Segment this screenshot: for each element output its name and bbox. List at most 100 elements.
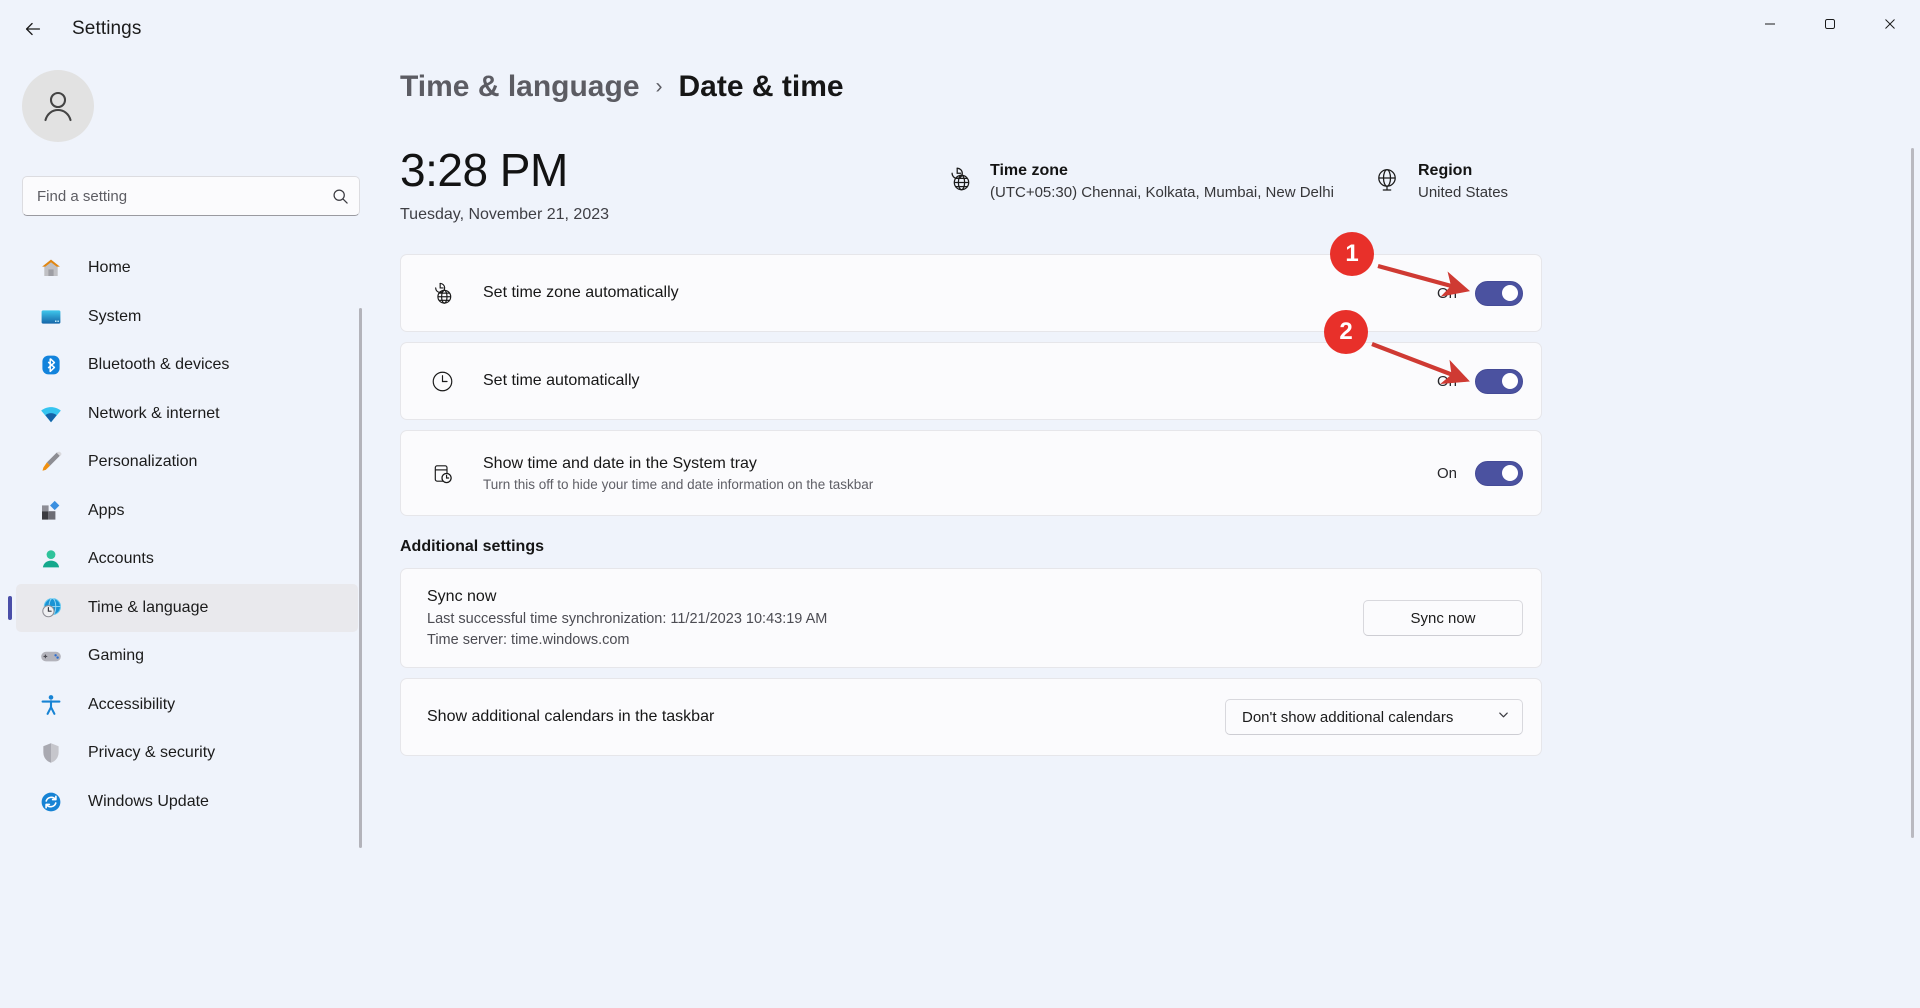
- page-title: Date & time: [678, 70, 844, 103]
- sidebar-item-label: Accounts: [88, 550, 154, 568]
- card-controls: On: [1436, 368, 1523, 394]
- chevron-down-icon: [1497, 708, 1510, 726]
- sidebar-item-label: Windows Update: [88, 792, 209, 810]
- dropdown-selected-value: Don't show additional calendars: [1242, 708, 1454, 726]
- maximize-button[interactable]: [1800, 0, 1860, 48]
- current-date: Tuesday, November 21, 2023: [400, 206, 610, 224]
- search-input[interactable]: [37, 187, 332, 205]
- card-controls: On: [1436, 460, 1523, 486]
- breadcrumb-parent[interactable]: Time & language: [400, 70, 640, 104]
- settings-cards: Set time zone automatically On Set time …: [400, 254, 1542, 766]
- sidebar-item-apps[interactable]: Apps: [16, 487, 358, 536]
- sidebar-scrollbar[interactable]: [359, 308, 362, 848]
- home-icon: [38, 255, 64, 281]
- search-icon: [333, 188, 348, 204]
- time-server-text: Time server: time.windows.com: [427, 632, 630, 648]
- maximize-icon: [1825, 19, 1835, 29]
- bluetooth-icon: [38, 352, 64, 378]
- network-icon: [38, 401, 64, 427]
- minimize-button[interactable]: [1740, 0, 1800, 48]
- toggle-state-label: On: [1436, 464, 1457, 482]
- sidebar-item-label: System: [88, 307, 142, 325]
- sidebar-item-label: Home: [88, 259, 131, 277]
- sidebar-item-label: Gaming: [88, 647, 145, 665]
- sidebar-item-time-language[interactable]: Time & language: [8, 583, 358, 632]
- timezone-info: Time zone (UTC+05:30) Chennai, Kolkata, …: [944, 162, 1334, 201]
- card-subtitle: Turn this off to hide your time and date…: [483, 476, 874, 492]
- sidebar-item-gaming[interactable]: Gaming: [16, 632, 358, 681]
- app-title: Settings: [72, 18, 142, 39]
- card-title: Show time and date in the System tray: [483, 454, 757, 472]
- time-language-icon: [38, 595, 64, 621]
- last-sync-text: Last successful time synchronization: 11…: [427, 611, 828, 627]
- additional-calendars-dropdown[interactable]: Don't show additional calendars: [1225, 699, 1523, 735]
- personalization-icon: [38, 449, 64, 475]
- sync-info: Sync now Last successful time synchroniz…: [427, 584, 1363, 652]
- sidebar-item-label: Accessibility: [88, 695, 176, 713]
- timezone-globe-clock-icon: [427, 278, 457, 308]
- privacy-shield-icon: [38, 740, 64, 766]
- sidebar-item-label: Time & language: [88, 598, 209, 616]
- timezone-title: Time zone: [990, 162, 1068, 179]
- clock-icon: [427, 366, 457, 396]
- set-time-zone-automatically-card[interactable]: Set time zone automatically On: [400, 254, 1542, 332]
- set-time-automatically-card[interactable]: Set time automatically On: [400, 342, 1542, 420]
- sidebar-item-label: Apps: [88, 501, 125, 519]
- region-info: Region United States: [1372, 162, 1508, 201]
- toggle-state-label: On: [1436, 372, 1457, 390]
- sidebar-item-network-internet[interactable]: Network & internet: [16, 390, 358, 439]
- show-time-date-system-tray-toggle[interactable]: [1475, 460, 1523, 486]
- sidebar-item-privacy-security[interactable]: Privacy & security: [16, 729, 358, 778]
- sidebar: Home System Bluetooth & devices Network & i…: [0, 58, 372, 1008]
- toggle-knob: [1502, 285, 1518, 301]
- search-container: [22, 176, 360, 216]
- windows-update-icon: [38, 789, 64, 815]
- close-icon: [1885, 19, 1895, 29]
- toggle-knob: [1502, 465, 1518, 481]
- window-controls: [1740, 0, 1920, 48]
- sidebar-item-personalization[interactable]: Personalization: [16, 438, 358, 487]
- toggle-knob: [1502, 373, 1518, 389]
- accounts-icon: [38, 546, 64, 572]
- sidebar-item-system[interactable]: System: [16, 293, 358, 342]
- sidebar-item-label: Personalization: [88, 453, 198, 471]
- card-title: Set time automatically: [483, 372, 640, 389]
- sidebar-item-home[interactable]: Home: [16, 244, 358, 293]
- back-button[interactable]: [10, 8, 56, 50]
- main-content: Time & language › Date & time 3:28 PM Tu…: [372, 58, 1920, 1008]
- sidebar-item-accounts[interactable]: Accounts: [16, 535, 358, 584]
- additional-calendars-label: Show additional calendars in the taskbar: [427, 708, 715, 725]
- set-time-automatically-toggle[interactable]: [1475, 368, 1523, 394]
- system-icon: [38, 304, 64, 330]
- additional-settings-heading: Additional settings: [400, 538, 544, 555]
- sidebar-item-windows-update[interactable]: Windows Update: [16, 778, 358, 827]
- person-icon: [44, 91, 72, 122]
- region-value: United States: [1418, 184, 1509, 201]
- system-tray-clock-icon: [427, 458, 457, 488]
- sidebar-item-bluetooth-devices[interactable]: Bluetooth & devices: [16, 341, 358, 390]
- main-scrollbar[interactable]: [1911, 148, 1914, 838]
- sync-title: Sync now: [427, 588, 497, 605]
- globe-icon: [1378, 169, 1396, 191]
- accessibility-icon: [38, 692, 64, 718]
- show-time-date-system-tray-card[interactable]: Show time and date in the System tray Tu…: [400, 430, 1542, 516]
- sidebar-item-label: Network & internet: [88, 404, 220, 422]
- sync-now-button[interactable]: Sync now: [1363, 600, 1523, 636]
- timezone-globe-clock-icon: [951, 167, 970, 191]
- search-box[interactable]: [22, 176, 360, 216]
- sidebar-item-label: Bluetooth & devices: [88, 356, 230, 374]
- breadcrumb-separator: ›: [655, 75, 663, 98]
- apps-icon: [38, 498, 64, 524]
- close-button[interactable]: [1860, 0, 1920, 48]
- set-time-zone-automatically-toggle[interactable]: [1475, 280, 1523, 306]
- back-arrow-icon: [25, 22, 41, 36]
- sidebar-item-accessibility[interactable]: Accessibility: [16, 681, 358, 730]
- avatar[interactable]: [22, 70, 94, 142]
- minimize-icon: [1765, 23, 1775, 25]
- gaming-icon: [38, 643, 64, 669]
- sidebar-nav: Home System Bluetooth & devices Network & i…: [0, 244, 372, 1008]
- sidebar-item-label: Privacy & security: [88, 744, 216, 762]
- card-controls: On: [1437, 280, 1523, 306]
- current-time: 3:28 PM: [400, 144, 568, 196]
- additional-calendars-card: Show additional calendars in the taskbar…: [400, 678, 1542, 756]
